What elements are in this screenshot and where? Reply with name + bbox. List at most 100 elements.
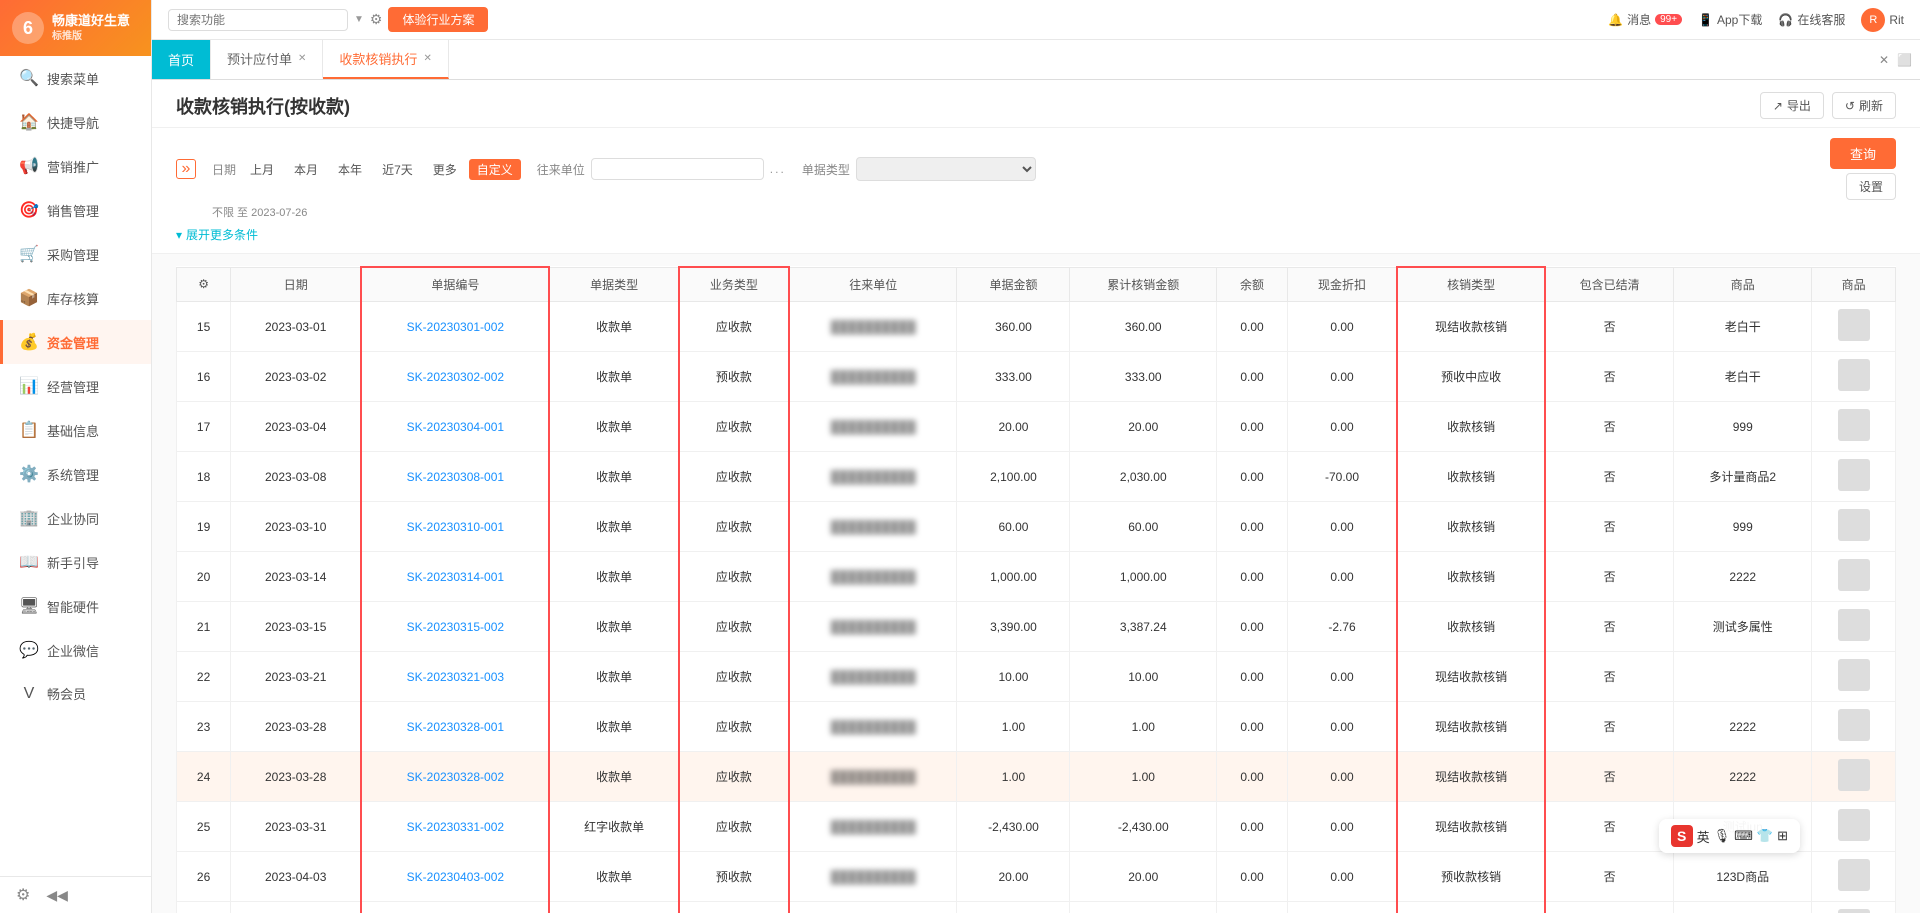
export-icon: ↗ — [1773, 99, 1783, 113]
floating-shirt-icon[interactable]: 👕 — [1757, 828, 1773, 844]
th-settled: 包含已结清 — [1545, 267, 1673, 302]
topbar-search[interactable] — [168, 9, 348, 31]
cell-balance: 0.00 — [1217, 802, 1288, 852]
date-7days-btn[interactable]: 近7天 — [374, 159, 421, 180]
floating-grid-icon[interactable]: ⊞ — [1777, 828, 1788, 844]
cell-voidtype: 现结收款核销 — [1397, 802, 1545, 852]
sidebar-item-quicknav[interactable]: 🏠 快捷导航 — [0, 100, 151, 144]
cell-amount: 1.00 — [957, 702, 1070, 752]
refresh-btn[interactable]: ↺ 刷新 — [1832, 92, 1896, 119]
cell-product: 测试多属性 — [1674, 602, 1812, 652]
tab-expand-icon[interactable]: ⬜ — [1897, 53, 1912, 67]
topbar-gear-icon[interactable]: ⚙ — [370, 11, 383, 28]
sidebar-item-inventory[interactable]: 📦 库存核算 — [0, 276, 151, 320]
date-more-btn[interactable]: 更多 — [425, 159, 465, 180]
sidebar-item-wechat[interactable]: 💬 企业微信 — [0, 628, 151, 672]
table-header-row: ⚙ 日期 单据编号 单据类型 业务类型 往来单位 单据金额 累计核销金额 余额 … — [177, 267, 1896, 302]
expand-filter-btn[interactable]: » — [176, 159, 196, 179]
table-container: ⚙ 日期 单据编号 单据类型 业务类型 往来单位 单据金额 累计核销金额 余额 … — [176, 254, 1896, 913]
sidebar-item-basic[interactable]: 📋 基础信息 — [0, 408, 151, 452]
floating-mic-icon[interactable]: 🎙 — [1714, 828, 1731, 844]
cell-settled: 否 — [1545, 302, 1673, 352]
docno-link[interactable]: SK-20230331-002 — [407, 820, 504, 834]
app-download-action[interactable]: 📱 App下载 — [1698, 11, 1762, 28]
sidebar-item-sales[interactable]: 🎯 销售管理 — [0, 188, 151, 232]
online-service-action[interactable]: 🎧 在线客服 — [1778, 11, 1845, 28]
date-this-year-btn[interactable]: 本年 — [330, 159, 370, 180]
prepay-tab-close-icon[interactable]: ✕ — [298, 53, 306, 64]
cell-product2 — [1812, 302, 1896, 352]
docno-link[interactable]: SK-20230304-001 — [407, 420, 504, 434]
cell-counterpart: ██████████ — [789, 602, 957, 652]
th-settings[interactable]: ⚙ — [177, 267, 231, 302]
logo-icon: 6 — [12, 12, 44, 44]
sidebar-item-marketing[interactable]: 📢 营销推广 — [0, 144, 151, 188]
collapse-icon[interactable]: ◀◀ — [46, 887, 68, 904]
sidebar-item-hardware[interactable]: 🖥 智能硬件 — [0, 584, 151, 628]
table-row: 25 2023-03-31 SK-20230331-002 红字收款单 应收款 … — [177, 802, 1896, 852]
user-avatar: R — [1861, 8, 1885, 32]
sidebar-item-operation[interactable]: 📊 经营管理 — [0, 364, 151, 408]
cell-discount: -70.00 — [1288, 452, 1398, 502]
docno-link[interactable]: SK-20230301-002 — [407, 320, 504, 334]
cell-date: 2023-04-08 — [231, 902, 362, 913]
sidebar-item-member[interactable]: V 畅会员 — [0, 672, 151, 715]
sidebar-item-purchase[interactable]: 🛒 采购管理 — [0, 232, 151, 276]
docno-link[interactable]: SK-20230310-001 — [407, 520, 504, 534]
th-product2: 商品 — [1812, 267, 1896, 302]
date-custom-btn[interactable]: 自定义 — [469, 159, 521, 180]
cell-discount: 0.00 — [1288, 552, 1398, 602]
filter-dates: 上月 本月 本年 近7天 更多 自定义 — [242, 159, 521, 180]
sidebar-item-guide[interactable]: 📖 新手引导 — [0, 540, 151, 584]
tab-close-all-icon[interactable]: ✕ — [1879, 53, 1889, 67]
docno-link[interactable]: SK-20230328-002 — [407, 770, 504, 784]
docno-link[interactable]: SK-20230403-002 — [407, 870, 504, 884]
docno-link[interactable]: SK-20230328-001 — [407, 720, 504, 734]
cell-doctype: 收款单 — [549, 852, 678, 902]
expand-more-btn[interactable]: ▾ 展开更多条件 — [176, 226, 1896, 243]
table-row: 27 2023-04-08 SK-20230408-001 收款单 应收款 ██… — [177, 902, 1896, 913]
counterpart-input[interactable] — [591, 158, 764, 180]
doctype-select[interactable] — [856, 157, 1036, 181]
cell-discount: -2.76 — [1288, 602, 1398, 652]
tab-void[interactable]: 收款核销执行 ✕ — [323, 40, 448, 79]
cell-product: 多计量商品2 — [1674, 452, 1812, 502]
sidebar-label-wechat: 企业微信 — [47, 641, 99, 660]
docno-link[interactable]: SK-20230302-002 — [407, 370, 504, 384]
cell-settled: 否 — [1545, 902, 1673, 913]
sidebar-item-system[interactable]: ⚙️ 系统管理 — [0, 452, 151, 496]
settings-icon[interactable]: ⚙ — [16, 885, 30, 905]
notification-action[interactable]: 🔔 消息 99+ — [1608, 11, 1682, 28]
sidebar-item-corp[interactable]: 🏢 企业协同 — [0, 496, 151, 540]
docno-link[interactable]: SK-20230321-003 — [407, 670, 504, 684]
docno-link[interactable]: SK-20230314-001 — [407, 570, 504, 584]
floating-keyboard-icon[interactable]: ⌨ — [1734, 828, 1753, 844]
cell-date: 2023-03-01 — [231, 302, 362, 352]
cell-balance: 0.00 — [1217, 852, 1288, 902]
cell-biztype: 预收款 — [679, 852, 789, 902]
cell-no: 26 — [177, 852, 231, 902]
export-btn[interactable]: ↗ 导出 — [1760, 92, 1824, 119]
cell-discount: 0.00 — [1288, 802, 1398, 852]
th-discount: 现金折扣 — [1288, 267, 1398, 302]
cell-product2 — [1812, 402, 1896, 452]
date-this-month-btn[interactable]: 本月 — [286, 159, 326, 180]
cell-docno: SK-20230403-002 — [361, 852, 549, 902]
query-btn[interactable]: 查询 — [1830, 138, 1896, 169]
sidebar-item-finance[interactable]: 💰 资金管理 — [0, 320, 151, 364]
tab-prepay[interactable]: 预计应付单 ✕ — [211, 40, 323, 79]
user-action[interactable]: R Rit — [1861, 8, 1904, 32]
industry-btn[interactable]: 体验行业方案 — [388, 7, 488, 32]
cell-balance: 0.00 — [1217, 702, 1288, 752]
void-tab-close-icon[interactable]: ✕ — [423, 53, 431, 64]
date-last-month-btn[interactable]: 上月 — [242, 159, 282, 180]
docno-link[interactable]: SK-20230308-001 — [407, 470, 504, 484]
tab-home[interactable]: 首页 — [152, 40, 211, 79]
sidebar-item-search[interactable]: 🔍 搜索菜单 — [0, 56, 151, 100]
cell-discount: 0.00 — [1288, 352, 1398, 402]
th-product: 商品 — [1674, 267, 1812, 302]
docno-link[interactable]: SK-20230315-002 — [407, 620, 504, 634]
cell-balance: 0.00 — [1217, 602, 1288, 652]
settings-btn[interactable]: 设置 — [1846, 173, 1896, 200]
product-thumbnail — [1838, 309, 1870, 341]
